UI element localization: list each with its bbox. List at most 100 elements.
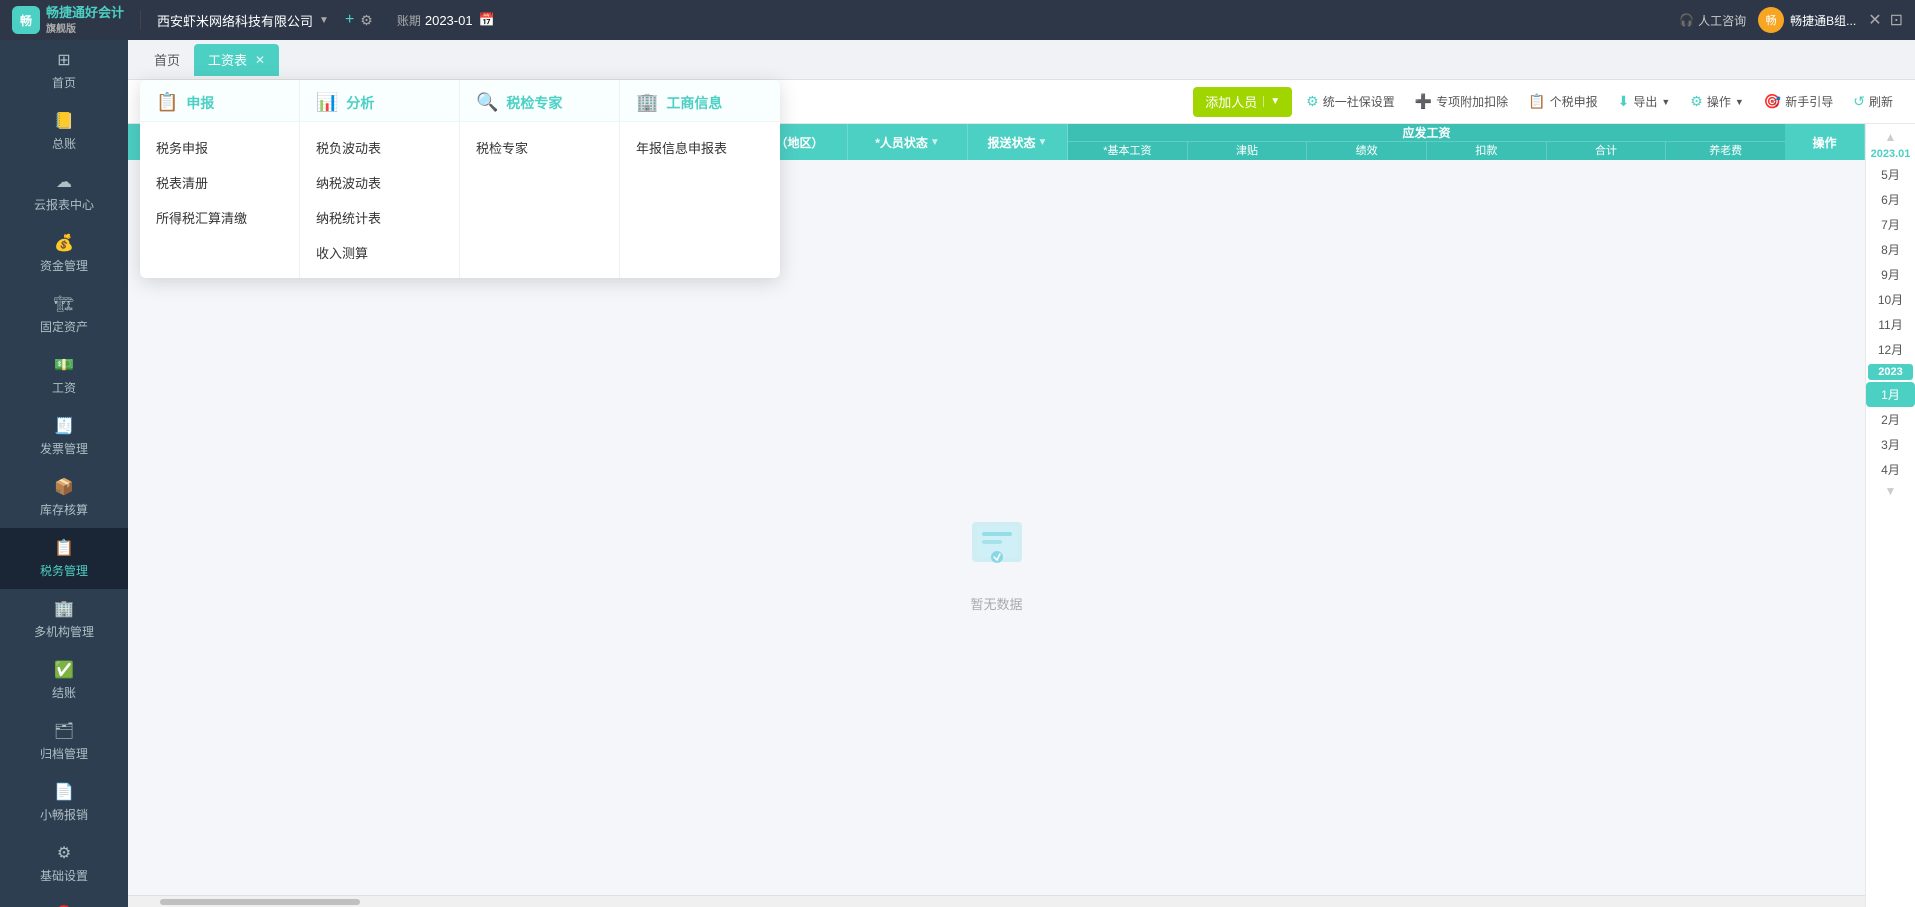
cloud-icon: ☁: [56, 172, 72, 192]
sidebar-item-close-account[interactable]: ✅ 结账: [0, 650, 128, 711]
sidebar-item-salary[interactable]: 💵 工资: [0, 345, 128, 406]
sidebar-item-cloud-report[interactable]: ☁ 云报表中心: [0, 162, 128, 223]
dropdown-item-income-calc[interactable]: 收入测算: [300, 235, 459, 270]
tax-report-button[interactable]: 📋 个税申报: [1522, 88, 1603, 116]
analysis-section-label: 分析: [346, 93, 374, 113]
company-name: 西安虾米网络科技有限公司: [157, 11, 313, 30]
social-security-button[interactable]: ⚙ 统一社保设置: [1300, 88, 1401, 116]
cal-nav-up[interactable]: ▲: [1866, 128, 1915, 146]
export-button[interactable]: ⬇ 导出 ▼: [1612, 88, 1677, 116]
inventory-icon: 📦: [54, 477, 74, 497]
dropdown-item-tax-expert[interactable]: 税检专家: [460, 130, 619, 165]
cal-month-2023-1[interactable]: 1月: [1866, 382, 1915, 407]
tab-salary-table[interactable]: 工资表 ✕: [194, 44, 279, 76]
cal-month-2022-5[interactable]: 5月: [1866, 162, 1915, 187]
sidebar-item-tax[interactable]: 📋 税务管理: [0, 528, 128, 589]
app-version: 旗舰版: [46, 20, 124, 35]
sidebar-label-ledger: 总账: [52, 135, 76, 152]
guide-toolbar-icon: 🎯: [1764, 93, 1781, 110]
settings-icon[interactable]: ⚙: [360, 12, 373, 29]
close-button[interactable]: ✕: [1868, 10, 1881, 30]
dropdown-biz-info-items: 年报信息申报表: [620, 122, 780, 173]
dropdown-analysis-items: 税负波动表 纳税波动表 纳税统计表 收入测算: [300, 122, 459, 278]
dropdown-item-tax-wave[interactable]: 纳税波动表: [300, 165, 459, 200]
user-avatar: 畅: [1758, 7, 1784, 33]
th-performance: 绩效: [1307, 142, 1427, 160]
sidebar-item-ledger[interactable]: 📒 总账: [0, 101, 128, 162]
company-selector[interactable]: 西安虾米网络科技有限公司 ▼: [157, 11, 329, 30]
sidebar-item-guide[interactable]: 🎯 新手引导: [0, 894, 128, 907]
analysis-section-icon: 📊: [316, 92, 338, 113]
special-deduction-button[interactable]: ➕ 专项附加扣除: [1409, 88, 1514, 116]
expense-icon: 📄: [54, 782, 74, 802]
status-filter-icon[interactable]: ▼: [930, 137, 940, 148]
tab-home[interactable]: 首页: [140, 44, 194, 76]
window-controls: ✕ ⊡: [1868, 10, 1903, 30]
headset-icon: 🎧: [1679, 13, 1694, 27]
cal-month-2023-3[interactable]: 3月: [1866, 432, 1915, 457]
period-value: 2023-01: [425, 13, 473, 28]
salary-sub-header: *基本工资 津贴 绩效 扣款 合计 养老费: [1068, 142, 1785, 160]
sidebar-item-home[interactable]: ⊞ 首页: [0, 40, 128, 101]
cal-month-2022-10[interactable]: 10月: [1866, 287, 1915, 312]
empty-icon: [957, 502, 1037, 582]
dropdown-item-tax-form[interactable]: 税表清册: [140, 165, 299, 200]
sidebar-item-inventory[interactable]: 📦 库存核算: [0, 467, 128, 528]
th-allowance: 津贴: [1188, 142, 1308, 160]
cal-nav-down[interactable]: ▼: [1866, 482, 1915, 500]
export-label: 导出: [1633, 93, 1657, 110]
app-title-wrap: 畅捷通好会计 旗舰版: [46, 5, 124, 36]
dropdown-item-annual-report[interactable]: 年报信息申报表: [620, 130, 780, 165]
refresh-button[interactable]: ↺ 刷新: [1847, 88, 1899, 116]
add-person-dropdown-icon: ▼: [1263, 96, 1280, 107]
sidebar-item-fixed-assets[interactable]: 🏗 固定资产: [0, 284, 128, 345]
sidebar-item-expense[interactable]: 📄 小畅报销: [0, 772, 128, 833]
sidebar-label-inventory: 库存核算: [40, 501, 88, 518]
scroll-thumb[interactable]: [160, 899, 360, 905]
cal-month-2023-2[interactable]: 2月: [1866, 407, 1915, 432]
expand-button[interactable]: ⊡: [1890, 10, 1903, 30]
add-company-icon[interactable]: +: [345, 11, 354, 29]
report-filter-icon[interactable]: ▼: [1038, 137, 1048, 148]
sidebar-item-capital[interactable]: 💰 资金管理: [0, 223, 128, 284]
dropdown-item-tax-report[interactable]: 税务申报: [140, 130, 299, 165]
guide-button[interactable]: 🎯 新手引导: [1758, 88, 1839, 116]
cal-month-2022-6[interactable]: 6月: [1866, 187, 1915, 212]
support-button[interactable]: 🎧 人工咨询: [1679, 12, 1746, 29]
sidebar-item-archive[interactable]: 🗂 归档管理: [0, 711, 128, 772]
sidebar-item-invoice[interactable]: 🧾 发票管理: [0, 406, 128, 467]
sidebar-label-tax: 税务管理: [40, 562, 88, 579]
empty-text: 暂无数据: [970, 594, 1022, 613]
bottom-scrollbar[interactable]: [128, 895, 1865, 907]
right-calendar-panel: ▲ 2023.01 5月 6月 7月 8月 9月 10月 11月 12月 202…: [1865, 124, 1915, 907]
app-logo-icon: 畅: [12, 6, 40, 34]
tab-salary-label: 工资表: [208, 50, 247, 69]
dropdown-item-tax-burden[interactable]: 税负波动表: [300, 130, 459, 165]
operation-label: 操作: [1707, 93, 1731, 110]
cal-month-2022-9[interactable]: 9月: [1866, 262, 1915, 287]
cal-year-2023-label: 2023.01: [1866, 146, 1915, 162]
cal-month-2022-7[interactable]: 7月: [1866, 212, 1915, 237]
calendar-icon[interactable]: 📅: [479, 12, 495, 28]
cal-month-2022-11[interactable]: 11月: [1866, 312, 1915, 337]
dropdown-item-income-tax[interactable]: 所得税汇算清缴: [140, 200, 299, 235]
export-icon: ⬇: [1618, 93, 1630, 110]
operation-button[interactable]: ⚙ 操作 ▼: [1684, 88, 1750, 116]
tab-close-icon[interactable]: ✕: [255, 53, 265, 67]
sidebar-item-multi-org[interactable]: 🏢 多机构管理: [0, 589, 128, 650]
cal-month-2022-8[interactable]: 8月: [1866, 237, 1915, 262]
add-person-button[interactable]: 添加人员 ▼: [1193, 87, 1292, 117]
dropdown-item-tax-stats[interactable]: 纳税统计表: [300, 200, 459, 235]
cal-month-2022-12[interactable]: 12月: [1866, 337, 1915, 362]
period-label: 账期: [397, 12, 421, 29]
th-base-salary: *基本工资: [1068, 142, 1188, 160]
social-security-icon: ⚙: [1306, 93, 1319, 110]
sidebar-item-settings[interactable]: ⚙ 基础设置: [0, 833, 128, 894]
dropdown-menu: 📋 申报 税务申报 税表清册 所得税汇算清缴 📊 分析 税负波动表 纳税波动表 …: [140, 80, 780, 278]
th-deductions: 扣款: [1427, 142, 1547, 160]
sidebar-label-assets: 固定资产: [40, 318, 88, 335]
special-deduction-icon: ➕: [1415, 93, 1432, 110]
archive-icon: 🗂: [54, 721, 74, 741]
cal-month-2023-4[interactable]: 4月: [1866, 457, 1915, 482]
user-area[interactable]: 畅 畅捷通B组...: [1758, 7, 1856, 33]
